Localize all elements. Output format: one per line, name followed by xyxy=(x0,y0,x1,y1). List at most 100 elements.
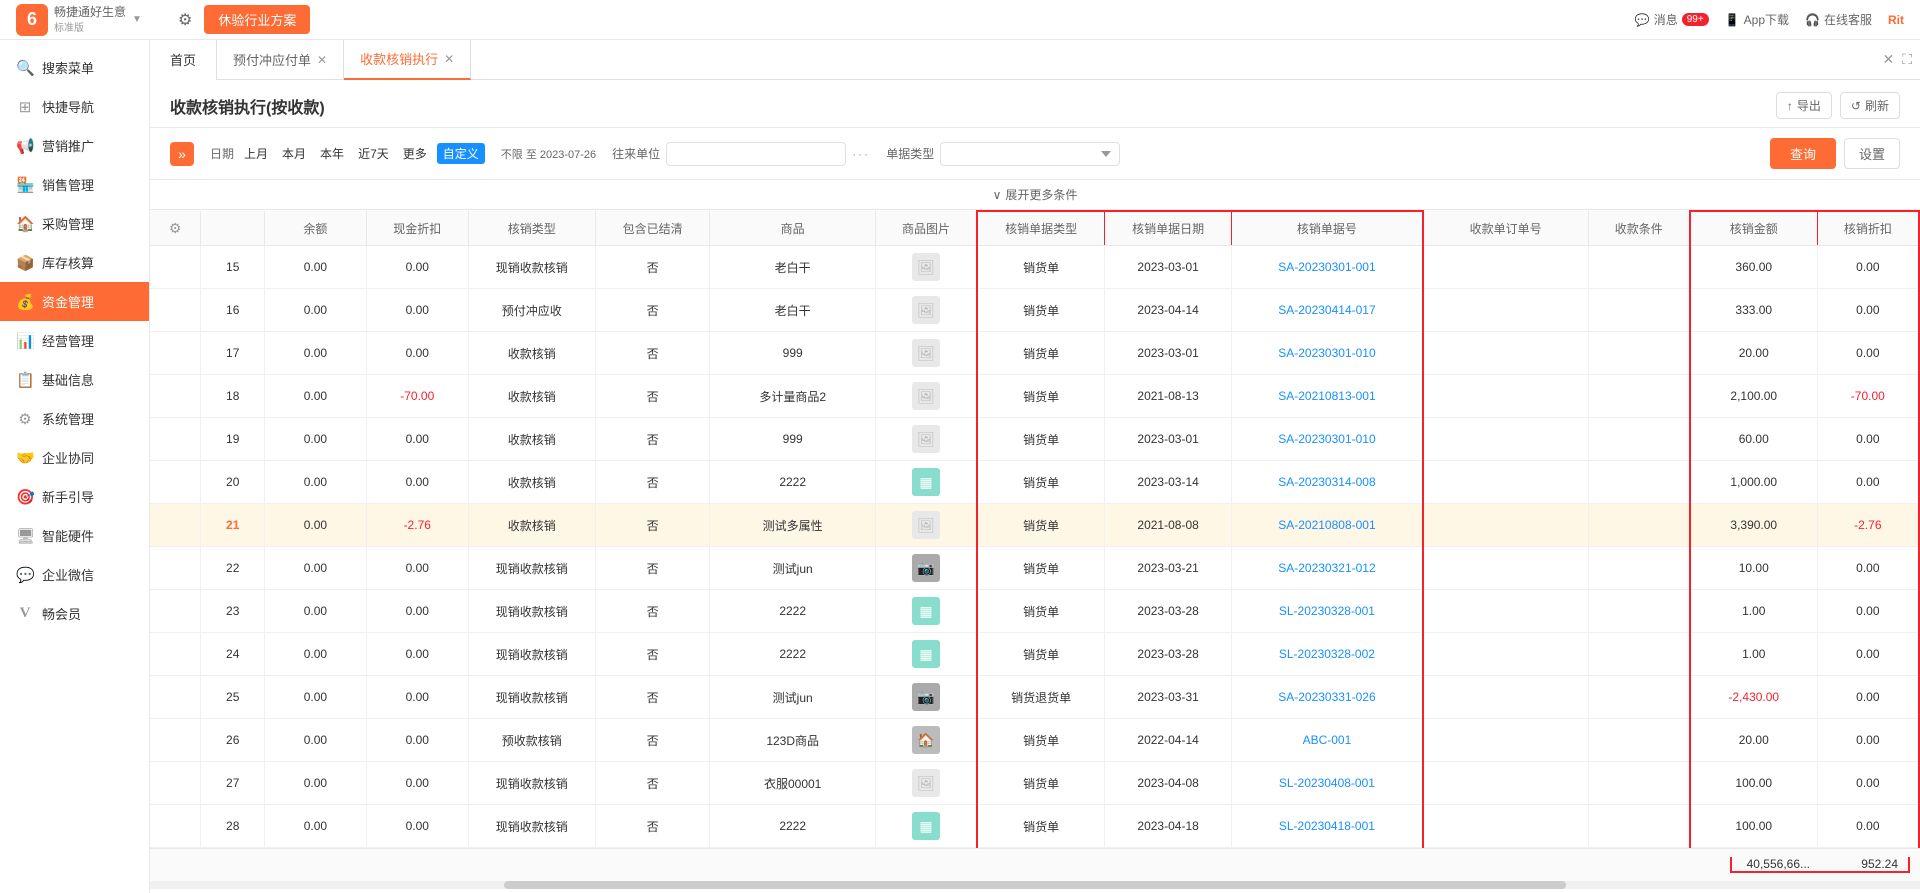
table-row: 25 0.00 0.00 现销收款核销 否 测试jun 📷 销货退货单 2023… xyxy=(150,676,1919,719)
cell-verify-amount: 20.00 xyxy=(1690,332,1817,375)
cell-verify-bill-date: 2023-03-21 xyxy=(1104,547,1231,590)
sidebar-item-system[interactable]: ⚙ 系统管理 xyxy=(0,399,149,438)
cell-balance: 0.00 xyxy=(265,246,367,289)
tab-receipt[interactable]: 收款核销执行 ✕ xyxy=(344,40,471,80)
date-last-month[interactable]: 上月 xyxy=(240,143,272,164)
maximize-window-icon[interactable]: ⛶ xyxy=(1902,51,1912,68)
cell-verify-bill-no: SA-20230301-010 xyxy=(1232,332,1423,375)
sidebar-label-inventory: 库存核算 xyxy=(42,253,94,272)
cell-verify-bill-no: SA-20210808-001 xyxy=(1232,504,1423,547)
refresh-button[interactable]: ↺ 刷新 xyxy=(1840,92,1900,119)
user-name: Rit xyxy=(1888,13,1904,27)
sidebar-item-sales[interactable]: 🏪 销售管理 xyxy=(0,165,149,204)
cell-verify-bill-type: 销货单 xyxy=(977,762,1104,805)
tab-prepay[interactable]: 预付冲应付单 ✕ xyxy=(217,40,344,80)
cell-settings xyxy=(150,633,201,676)
col-header-verify-type: 核销类型 xyxy=(468,211,595,246)
verify-bill-no-link[interactable]: SA-20230301-001 xyxy=(1278,260,1375,274)
cell-cash-discount: 0.00 xyxy=(366,246,468,289)
user-avatar[interactable]: Rit xyxy=(1888,13,1904,27)
industry-btn[interactable]: 休验行业方案 xyxy=(204,5,310,34)
cell-verify-type: 收款核销 xyxy=(468,375,595,418)
sidebar-item-wechat[interactable]: 💬 企业微信 xyxy=(0,555,149,594)
close-window-icon[interactable]: ✕ xyxy=(1882,51,1894,68)
sidebar-item-marketing[interactable]: 📢 营销推广 xyxy=(0,126,149,165)
cell-verify-bill-type: 销货单 xyxy=(977,332,1104,375)
tab-home[interactable]: 首页 xyxy=(150,40,217,80)
page-header: 收款核销执行(按收款) ↑ 导出 ↺ 刷新 xyxy=(150,80,1920,128)
partner-filter-group: 往来单位 ··· xyxy=(612,142,870,166)
chevron-down-icon[interactable]: ▼ xyxy=(132,14,142,25)
verify-bill-no-link[interactable]: SA-20230331-026 xyxy=(1278,690,1375,704)
cell-verify-bill-type: 销货单 xyxy=(977,418,1104,461)
table-container[interactable]: ⚙ 余额 现金折扣 核销类型 包含已结清 商品 商品图片 核销单据类型 核销单据… xyxy=(150,210,1920,893)
sidebar-item-basic[interactable]: 📋 基础信息 xyxy=(0,360,149,399)
horizontal-scrollbar[interactable] xyxy=(150,881,1920,889)
sidebar-item-guide[interactable]: 🎯 新手引导 xyxy=(0,477,149,516)
sidebar-item-vip[interactable]: V 畅会员 xyxy=(0,594,149,633)
date-range-text: 不限 至 2023-07-26 xyxy=(501,149,596,161)
sidebar-item-search[interactable]: 🔍 搜索菜单 xyxy=(0,48,149,87)
verify-bill-no-link[interactable]: ABC-001 xyxy=(1303,733,1352,747)
verify-bill-no-link[interactable]: SA-20230321-012 xyxy=(1278,561,1375,575)
expand-more-bar[interactable]: ∨ 展开更多条件 xyxy=(150,180,1920,210)
query-button[interactable]: 查询 xyxy=(1770,138,1836,169)
cell-verify-amount: 100.00 xyxy=(1690,805,1817,848)
date-custom[interactable]: 自定义 xyxy=(437,143,485,164)
app-download-action[interactable]: 📱 App下载 xyxy=(1725,11,1789,28)
cell-verify-type: 收款核销 xyxy=(468,504,595,547)
online-service-action[interactable]: 🎧 在线客服 xyxy=(1805,11,1872,28)
settings-button[interactable]: 设置 xyxy=(1844,138,1900,169)
verify-bill-no-link[interactable]: SA-20230301-010 xyxy=(1278,432,1375,446)
brand-name: 畅捷通好生意 xyxy=(54,5,126,19)
date-this-month[interactable]: 本月 xyxy=(278,143,310,164)
col-header-verify-bill-no: 核销单据号 xyxy=(1232,211,1423,246)
sidebar-item-purchase[interactable]: 🏠 采购管理 xyxy=(0,204,149,243)
product-image: ▦ xyxy=(912,468,940,496)
verify-bill-no-link[interactable]: SL-20230418-001 xyxy=(1279,819,1375,833)
message-action[interactable]: 💬 消息 99+ xyxy=(1635,11,1709,28)
cell-verify-type: 现销收款核销 xyxy=(468,590,595,633)
verify-bill-no-link[interactable]: SA-20230301-010 xyxy=(1278,346,1375,360)
cell-verify-discount: -70.00 xyxy=(1817,375,1919,418)
verify-bill-no-link[interactable]: SA-20230314-008 xyxy=(1278,475,1375,489)
col-header-settings[interactable]: ⚙ xyxy=(150,211,201,246)
col-header-verify-bill-type: 核销单据类型 xyxy=(977,211,1104,246)
expand-more-icon: ∨ xyxy=(993,188,1002,202)
gear-icon[interactable]: ⚙ xyxy=(178,10,192,30)
main-layout: 🔍 搜索菜单 ⊞ 快捷导航 📢 营销推广 🏪 销售管理 🏠 采购管理 📦 库存核… xyxy=(0,40,1920,893)
verify-bill-no-link[interactable]: SA-20230414-017 xyxy=(1278,303,1375,317)
verify-bill-no-link[interactable]: SA-20210808-001 xyxy=(1278,518,1375,532)
date-this-year[interactable]: 本年 xyxy=(316,143,348,164)
date-more[interactable]: 更多 xyxy=(399,143,431,164)
cell-verify-discount: 0.00 xyxy=(1817,418,1919,461)
tab-receipt-label: 收款核销执行 xyxy=(360,49,438,68)
voucher-type-select[interactable] xyxy=(940,142,1120,166)
main-table: ⚙ 余额 现金折扣 核销类型 包含已结清 商品 商品图片 核销单据类型 核销单据… xyxy=(150,210,1920,848)
tab-receipt-close[interactable]: ✕ xyxy=(444,53,454,65)
tab-prepay-close[interactable]: ✕ xyxy=(317,54,327,66)
verify-bill-no-link[interactable]: SA-20210813-001 xyxy=(1278,389,1375,403)
verify-bill-no-link[interactable]: SL-20230408-001 xyxy=(1279,776,1375,790)
tab-bar: 首页 预付冲应付单 ✕ 收款核销执行 ✕ ✕ ⛶ xyxy=(150,40,1920,80)
export-button[interactable]: ↑ 导出 xyxy=(1776,92,1832,119)
sidebar-item-inventory[interactable]: 📦 库存核算 xyxy=(0,243,149,282)
date-7days[interactable]: 近7天 xyxy=(354,143,393,164)
verify-bill-no-link[interactable]: SL-20230328-001 xyxy=(1279,604,1375,618)
scrollbar-thumb[interactable] xyxy=(504,881,1566,889)
cell-receipt-order-no xyxy=(1423,418,1588,461)
sidebar-item-hardware[interactable]: 🖥 智能硬件 xyxy=(0,516,149,555)
cell-receipt-condition xyxy=(1588,289,1690,332)
filter-expand-button[interactable]: » xyxy=(170,142,194,166)
sidebar-item-business[interactable]: 📊 经营管理 xyxy=(0,321,149,360)
cell-verify-bill-date: 2023-03-01 xyxy=(1104,332,1231,375)
sidebar-item-finance[interactable]: 💰 资金管理 xyxy=(0,282,149,321)
sidebar-item-corp[interactable]: 🤝 企业协同 xyxy=(0,438,149,477)
sidebar-item-nav[interactable]: ⊞ 快捷导航 xyxy=(0,87,149,126)
verify-bill-no-link[interactable]: SL-20230328-002 xyxy=(1279,647,1375,661)
partner-filter-input[interactable] xyxy=(666,142,846,166)
cell-receipt-condition xyxy=(1588,547,1690,590)
sidebar-label-sales: 销售管理 xyxy=(42,175,94,194)
col-header-verify-bill-date: 核销单据日期 xyxy=(1104,211,1231,246)
cell-verify-type: 现销收款核销 xyxy=(468,633,595,676)
